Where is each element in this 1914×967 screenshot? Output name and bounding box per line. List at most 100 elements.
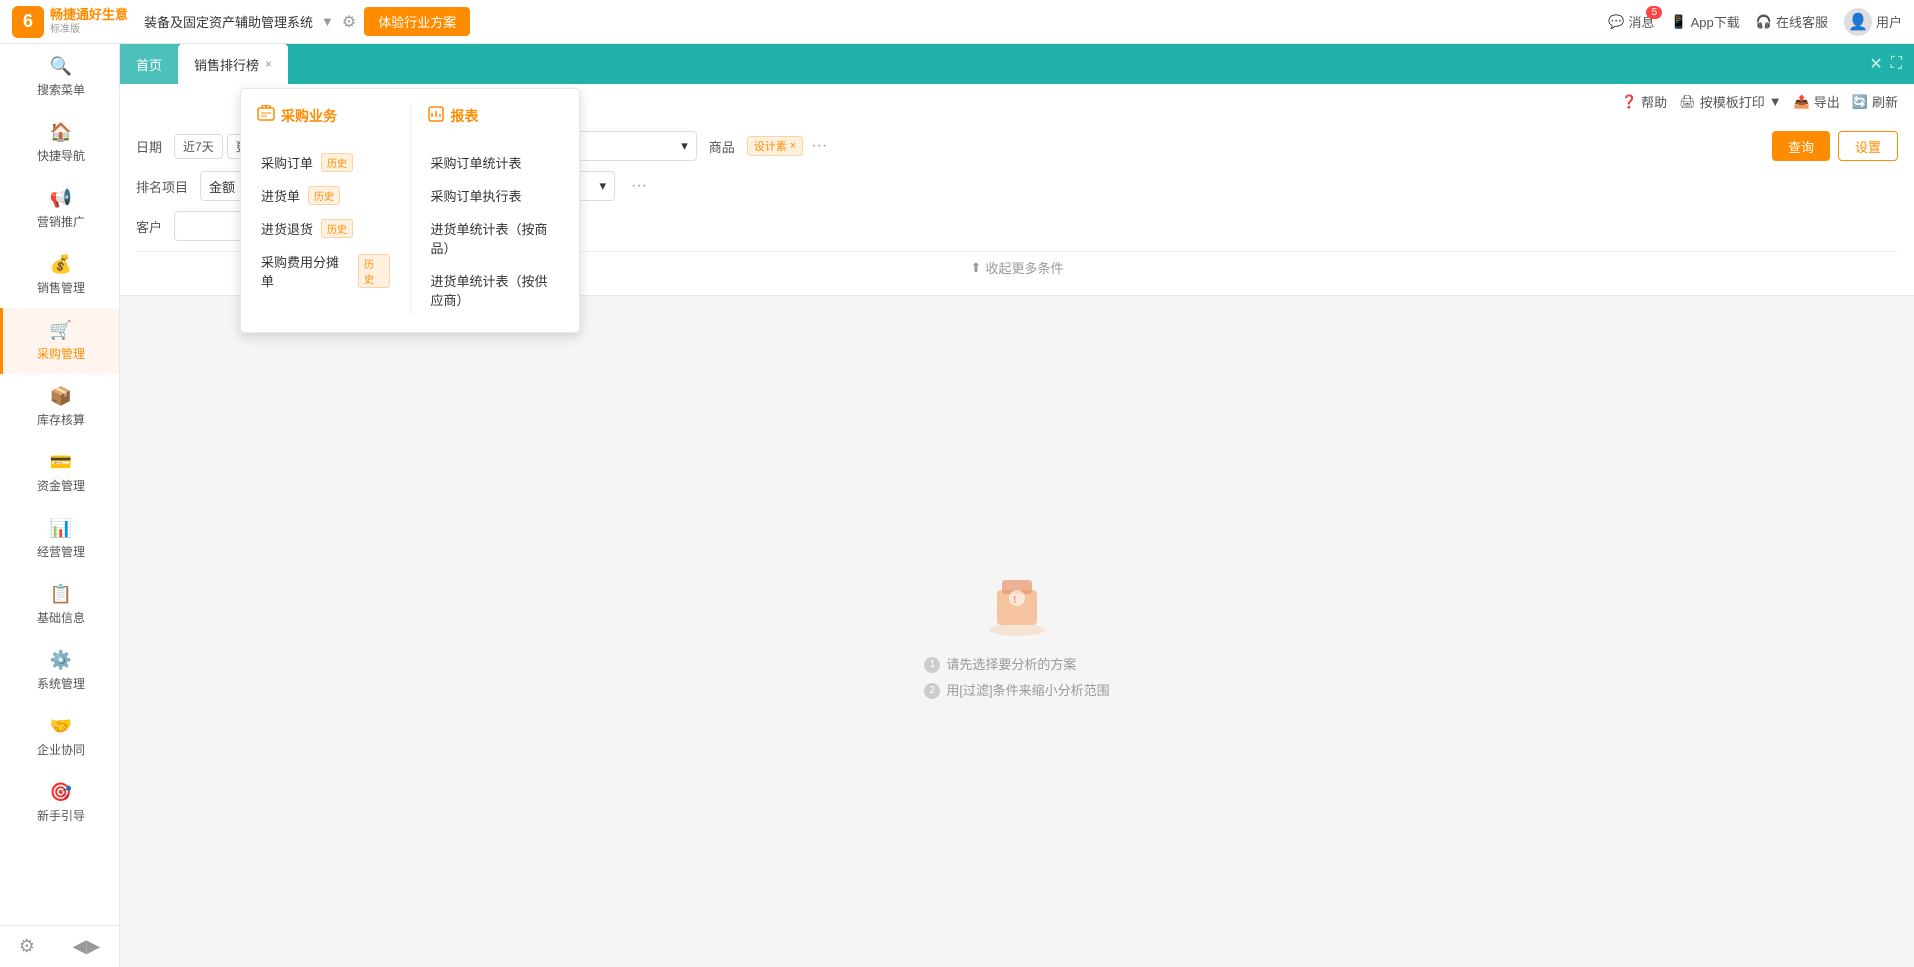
message-icon: 💬 (1608, 14, 1624, 30)
online-service-btn[interactable]: 🎧 在线客服 (1756, 12, 1828, 31)
marketing-icon: 📢 (50, 188, 72, 209)
sidebar-item-search[interactable]: 🔍 搜索菜单 (0, 44, 119, 110)
purchase-col-title-text: 采购业务 (281, 106, 337, 126)
sidebar-label-purchase: 采购管理 (37, 345, 85, 362)
sidebar-label-newbie: 新手引导 (37, 807, 85, 824)
tab-sales-rank-label: 销售排行榜 (194, 55, 259, 74)
print-icon: 🖨 (1679, 94, 1696, 110)
sidebar-label-basicinfo: 基础信息 (37, 609, 85, 626)
tab-home[interactable]: 首页 (120, 44, 178, 84)
settings-bottom-icon[interactable]: ⚙ (19, 936, 35, 957)
salesperson-dots-btn[interactable]: ··· (631, 177, 647, 195)
query-btn[interactable]: 查询 (1772, 131, 1830, 161)
sidebar-item-enterprise[interactable]: 🤝 企业协同 (0, 704, 119, 770)
purchase-stat-label: 采购订单统计表 (431, 153, 522, 172)
print-dropdown-icon[interactable]: ▼ (1769, 94, 1782, 109)
goods-filter-area: 设计素 × ··· (747, 136, 827, 156)
sidebar-item-basicinfo[interactable]: 📋 基础信息 (0, 572, 119, 638)
sidebar-item-marketing[interactable]: 📢 营销推广 (0, 176, 119, 242)
basicinfo-icon: 📋 (50, 584, 72, 605)
purchase-expense-hist: 历史 (358, 254, 390, 288)
print-label: 按模板打印 (1700, 92, 1765, 111)
sidebar-label-system: 系统管理 (37, 675, 85, 692)
help-btn[interactable]: ❓ 帮助 (1621, 92, 1667, 111)
purchase-order-hist: 历史 (321, 153, 353, 172)
logo-line2: 标准版 (50, 23, 128, 36)
tab-bar-expand-icon[interactable]: ⛶ (1891, 55, 1902, 73)
tip-num-2: 2 (924, 683, 940, 699)
dropdown-item-goods-receipt[interactable]: 进货单 历史 (257, 179, 394, 212)
logo-icon: 6 (12, 6, 44, 38)
sidebar-item-newbie[interactable]: 🎯 新手引导 (0, 770, 119, 836)
date-btn-7days[interactable]: 近7天 (174, 134, 223, 159)
tab-bar: 首页 销售排行榜 × ✕ ⛶ (120, 44, 1914, 84)
dropdown-item-purchase-expense[interactable]: 采购费用分摊单 历史 (257, 245, 394, 297)
purchase-icon: 🛒 (50, 320, 72, 341)
sidebar-item-inventory[interactable]: 📦 库存核算 (0, 374, 119, 440)
collapse-label: 收起更多条件 (985, 258, 1063, 277)
operation-icon: 📊 (50, 518, 72, 539)
dropdown-item-purchase-stat[interactable]: 采购订单统计表 (427, 146, 564, 179)
empty-tip-1: 1 请先选择要分析的方案 (924, 652, 1109, 678)
sidebar-bottom: ⚙ ◀▶ (0, 925, 119, 967)
salesperson-select-arrow: ▾ (599, 178, 606, 194)
report-col-title-text: 报表 (451, 106, 479, 126)
sidebar-item-finance[interactable]: 💳 资金管理 (0, 440, 119, 506)
export-btn[interactable]: 📤 导出 (1794, 92, 1840, 111)
dropdown-item-goods-stat-product[interactable]: 进货单统计表（按商品） (427, 212, 564, 264)
top-right-area: 💬 消息 5 📱 App下载 🎧 在线客服 👤 用户 (1608, 8, 1902, 36)
messages-btn[interactable]: 💬 消息 5 (1608, 12, 1654, 31)
sidebar-item-purchase[interactable]: 🛒 采购管理 (0, 308, 119, 374)
goods-dots-btn[interactable]: ··· (811, 137, 827, 155)
report-col-icon (427, 105, 445, 126)
tip-num-1: 1 (924, 657, 940, 673)
tab-sales-rank[interactable]: 销售排行榜 × (178, 44, 288, 84)
dropdown-item-purchase-exec[interactable]: 采购订单执行表 (427, 179, 564, 212)
rank-select-value: 金额 (209, 177, 235, 196)
main-layout: 🔍 搜索菜单 🏠 快捷导航 📢 营销推广 💰 销售管理 🛒 采购管理 📦 库存核… (0, 44, 1914, 967)
sidebar-label-sales: 销售管理 (37, 279, 85, 296)
collapse-sidebar-icon[interactable]: ◀▶ (73, 936, 101, 957)
sidebar-item-system[interactable]: ⚙️ 系统管理 (0, 638, 119, 704)
tip-text-2: 用[过滤]条件来缩小分析范围 (946, 678, 1109, 704)
goods-tag-close[interactable]: × (790, 140, 796, 152)
rank-filter-label: 排名项目 (136, 177, 188, 196)
dropdown-item-purchase-order[interactable]: 采购订单 历史 (257, 146, 394, 179)
sidebar-label-finance: 资金管理 (37, 477, 85, 494)
title-dropdown-icon[interactable]: ▼ (321, 14, 334, 29)
system-settings-icon[interactable]: ⚙ (342, 12, 356, 32)
sidebar-item-quicknav[interactable]: 🏠 快捷导航 (0, 110, 119, 176)
sidebar-item-sales[interactable]: 💰 销售管理 (0, 242, 119, 308)
refresh-btn[interactable]: 🔄 刷新 (1852, 92, 1898, 111)
col-divider (410, 105, 411, 316)
report-col-title: 报表 (427, 105, 564, 134)
goods-receipt-hist: 历史 (308, 186, 340, 205)
dropdown-item-goods-return[interactable]: 进货退货 历史 (257, 212, 394, 245)
tab-close-icon[interactable]: × (265, 57, 272, 71)
sidebar-label-enterprise: 企业协同 (37, 741, 85, 758)
user-btn[interactable]: 👤 用户 (1844, 8, 1902, 36)
logo-line1: 畅捷通好生意 (50, 7, 128, 24)
goods-return-hist: 历史 (321, 219, 353, 238)
print-btn[interactable]: 🖨 按模板打印 ▼ (1679, 92, 1781, 111)
dropdown-item-goods-stat-supplier[interactable]: 进货单统计表（按供应商） (427, 264, 564, 316)
customer-filter-label: 客户 (136, 217, 162, 236)
date-filter-label: 日期 (136, 137, 162, 156)
sidebar-label-operation: 经营管理 (37, 543, 85, 560)
tab-bar-right: ✕ ⛶ (1869, 54, 1914, 74)
settings-btn[interactable]: 设置 (1838, 131, 1898, 161)
search-icon: 🔍 (50, 56, 72, 77)
sidebar-item-operation[interactable]: 📊 经营管理 (0, 506, 119, 572)
app-download-btn[interactable]: 📱 App下载 (1670, 12, 1739, 31)
purchase-order-label: 采购订单 (261, 153, 313, 172)
logo-area: 6 畅捷通好生意 标准版 (12, 6, 132, 38)
top-bar: 6 畅捷通好生意 标准版 装备及固定资产辅助管理系统 ▼ ⚙ 体验行业方案 💬 … (0, 0, 1914, 44)
tab-bar-close-icon[interactable]: ✕ (1869, 54, 1882, 74)
industry-btn[interactable]: 体验行业方案 (364, 7, 470, 36)
purchase-exec-label: 采购订单执行表 (431, 186, 522, 205)
tab-home-label: 首页 (136, 55, 162, 74)
empty-tip-2: 2 用[过滤]条件来缩小分析范围 (924, 678, 1109, 704)
inventory-icon: 📦 (50, 386, 72, 407)
logo-text: 畅捷通好生意 标准版 (50, 7, 128, 37)
empty-illustration: ! (977, 560, 1057, 640)
